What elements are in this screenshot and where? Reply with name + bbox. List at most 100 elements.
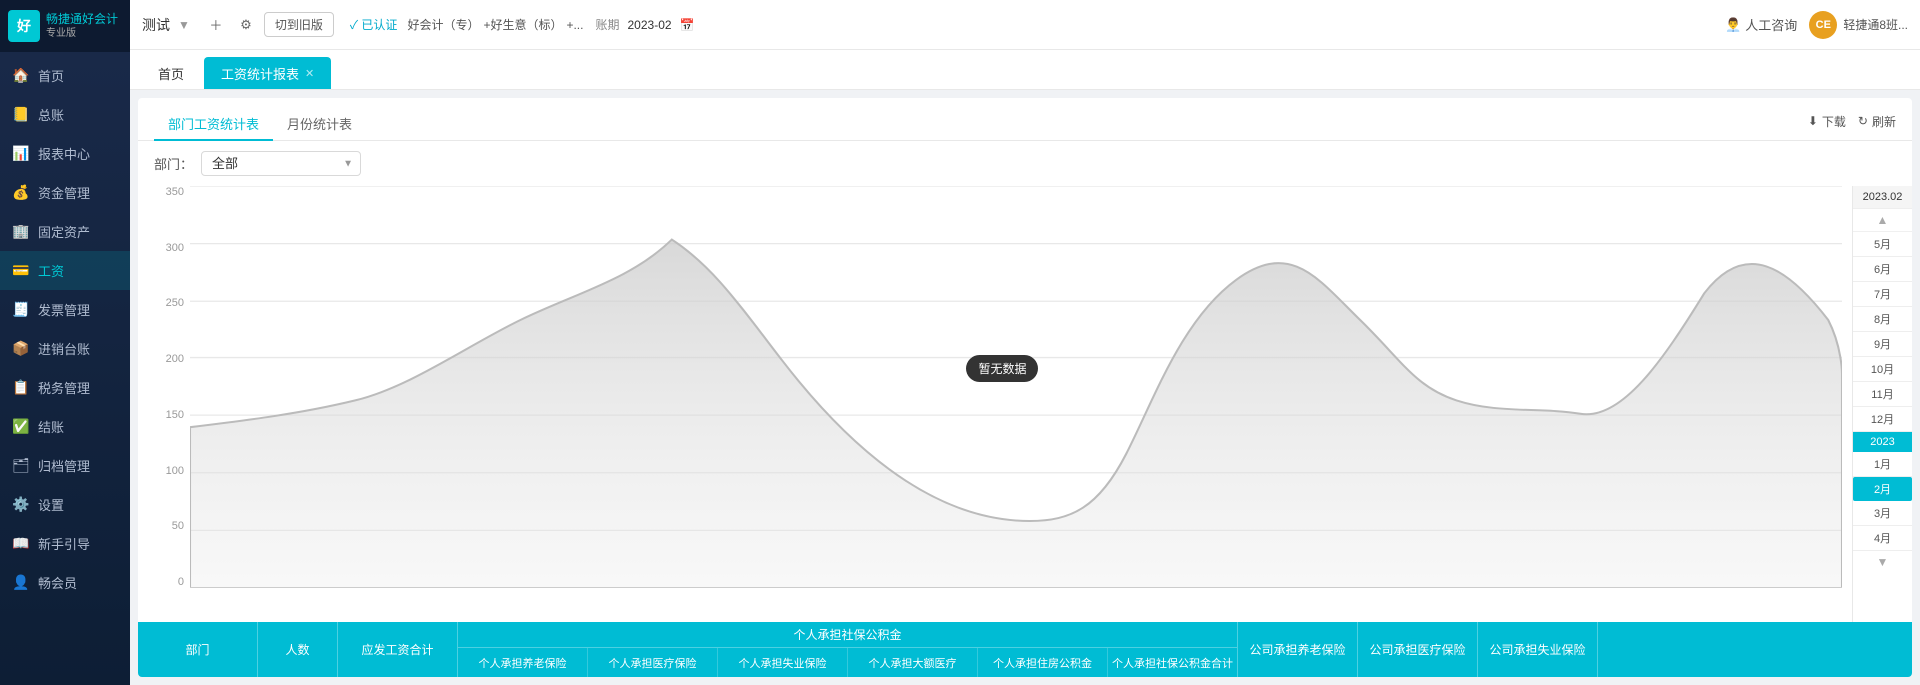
year-down-button[interactable]: ▼ [1853, 551, 1912, 573]
topbar-company-title: 测试 [142, 15, 170, 35]
month-6[interactable]: 6月 [1853, 257, 1912, 282]
brand-name: 畅捷通好会计 [46, 12, 118, 28]
year-2023-label[interactable]: 2023 [1853, 432, 1912, 452]
sidebar-item-assets[interactable]: 🏢 固定资产 [0, 212, 130, 251]
topbar: 测试 ▼ ＋ ⚙ 切到旧版 ✓ 已认证 好会计（专） +好生意（标） +... … [130, 0, 1920, 50]
sub-tab-dept[interactable]: 部门工资统计表 [154, 108, 273, 141]
col-serious-illness: 个人承担大额医疗 [848, 648, 978, 677]
tax-icon: 📋 [12, 379, 30, 397]
sidebar-item-tax[interactable]: 📋 税务管理 [0, 368, 130, 407]
sub-tab-monthly[interactable]: 月份统计表 [273, 108, 366, 141]
y-label-0: 0 [154, 576, 190, 588]
sidebar-item-member[interactable]: 👤 畅会员 [0, 563, 130, 602]
archive-icon: 🗂 [12, 457, 30, 475]
sub-tabs: 部门工资统计表 月份统计表 ⬇ 下载 ↻ 刷新 [138, 98, 1912, 141]
dept-filter-select[interactable]: 全部 财务部 销售部 人事部 技术部 [201, 151, 361, 176]
month-2-active[interactable]: 2月 [1853, 477, 1912, 501]
sidebar-item-ledger[interactable]: 📒 总账 [0, 95, 130, 134]
chart-container: 0 50 100 150 200 250 300 350 [154, 186, 1842, 612]
chart-area: 0 50 100 150 200 250 300 350 [138, 186, 1912, 622]
user-profile[interactable]: CE 轻捷通8班... [1809, 11, 1908, 39]
sidebar-item-label: 新手引导 [38, 534, 90, 553]
col-co-medical: 公司承担医疗保险 [1358, 622, 1478, 677]
y-label-350: 350 [154, 186, 190, 198]
username-label: 轻捷通8班... [1843, 16, 1908, 33]
month-1[interactable]: 1月 [1853, 452, 1912, 477]
month-11[interactable]: 11月 [1853, 382, 1912, 407]
col-salary-total: 应发工资合计 [338, 622, 458, 677]
member-icon: 👤 [12, 574, 30, 592]
month-7[interactable]: 7月 [1853, 282, 1912, 307]
sidebar-item-sales[interactable]: 📦 进销台账 [0, 329, 130, 368]
sidebar-item-archive[interactable]: 🗂 归档管理 [0, 446, 130, 485]
assets-icon: 🏢 [12, 223, 30, 241]
tab-salary-report[interactable]: 工资统计报表 ✕ [204, 57, 331, 89]
funds-icon: 💰 [12, 184, 30, 202]
certified-badge: ✓ 已认证 [350, 16, 398, 33]
col-medical: 个人承担医疗保险 [588, 648, 718, 677]
product-badge-1: 好会计（专） [407, 16, 479, 33]
sidebar: 好 畅捷通好会计 专业版 🏠 首页 📒 总账 📊 报表中心 💰 资金管理 🏢 固… [0, 0, 130, 685]
download-icon: ⬇ [1808, 114, 1818, 128]
edition-label: 专业版 [46, 27, 118, 40]
sidebar-item-salary[interactable]: 💳 工资 [0, 251, 130, 290]
y-label-100: 100 [154, 465, 190, 477]
sidebar-item-settings[interactable]: ⚙️ 设置 [0, 485, 130, 524]
month-3[interactable]: 3月 [1853, 501, 1912, 526]
service-icon: 👨‍💼 [1725, 17, 1741, 33]
month-12[interactable]: 12月 [1853, 407, 1912, 432]
guide-icon: 📖 [12, 535, 30, 553]
y-label-250: 250 [154, 297, 190, 309]
refresh-button[interactable]: ↻ 刷新 [1858, 113, 1896, 130]
sales-icon: 📦 [12, 340, 30, 358]
avatar: CE [1809, 11, 1837, 39]
sidebar-item-label: 畅会员 [38, 573, 77, 592]
topbar-dropdown-arrow[interactable]: ▼ [178, 18, 190, 32]
period-label: 账期 [595, 16, 619, 33]
sidebar-item-label: 归档管理 [38, 456, 90, 475]
sidebar-item-checkout[interactable]: ✅ 结账 [0, 407, 130, 446]
col-group-social-insurance: 个人承担社保公积金 个人承担养老保险 个人承担医疗保险 个人承担失业保险 个人承… [458, 622, 1238, 677]
col-co-unemployment: 公司承担失业保险 [1478, 622, 1598, 677]
sidebar-item-label: 发票管理 [38, 300, 90, 319]
month-5[interactable]: 5月 [1853, 232, 1912, 257]
download-button[interactable]: ⬇ 下载 [1808, 113, 1846, 130]
table-header: 部门 人数 应发工资合计 个人承担社保公积金 个人承担养老保险 个人承担医疗保险 [138, 622, 1912, 677]
dept-filter-label: 部门： [154, 154, 193, 173]
invoice-icon: 🧾 [12, 301, 30, 319]
y-label-150: 150 [154, 409, 190, 421]
period-value: 2023-02 [628, 18, 672, 32]
sidebar-item-invoice[interactable]: 🧾 发票管理 [0, 290, 130, 329]
checkout-icon: ✅ [12, 418, 30, 436]
y-label-200: 200 [154, 353, 190, 365]
x-axis-line [190, 587, 1842, 588]
topbar-right: 👨‍💼 人工咨询 CE 轻捷通8班... [1725, 11, 1908, 39]
add-button[interactable]: ＋ [204, 13, 228, 37]
month-10[interactable]: 10月 [1853, 357, 1912, 382]
settings-icon: ⚙️ [12, 496, 30, 514]
sidebar-item-report[interactable]: 📊 报表中心 [0, 134, 130, 173]
col-co-pension: 公司承担养老保险 [1238, 622, 1358, 677]
month-8[interactable]: 8月 [1853, 307, 1912, 332]
tab-home[interactable]: 首页 [142, 58, 200, 89]
tab-close-icon[interactable]: ✕ [305, 67, 314, 80]
report-icon: 📊 [12, 145, 30, 163]
salary-report-tab-label: 工资统计报表 [221, 64, 299, 83]
switch-old-version-button[interactable]: 切到旧版 [264, 12, 334, 37]
topbar-badges: ✓ 已认证 好会计（专） +好生意（标） +... 账期 2023-02 📅 [350, 16, 695, 33]
settings-button[interactable]: ⚙ [234, 13, 258, 37]
tabs-bar: 首页 工资统计报表 ✕ [130, 50, 1920, 90]
sidebar-item-label: 设置 [38, 495, 64, 514]
month-4[interactable]: 4月 [1853, 526, 1912, 551]
col-housing: 个人承担住房公积金 [978, 648, 1108, 677]
sidebar-item-guide[interactable]: 📖 新手引导 [0, 524, 130, 563]
customer-service-button[interactable]: 👨‍💼 人工咨询 [1725, 15, 1797, 34]
sidebar-item-funds[interactable]: 💰 资金管理 [0, 173, 130, 212]
year-up-button[interactable]: ▲ [1853, 209, 1912, 232]
refresh-icon: ↻ [1858, 114, 1868, 128]
col-count: 人数 [258, 622, 338, 677]
sidebar-item-home[interactable]: 🏠 首页 [0, 56, 130, 95]
calendar-icon[interactable]: 📅 [680, 18, 695, 32]
sidebar-item-label: 报表中心 [38, 144, 90, 163]
month-9[interactable]: 9月 [1853, 332, 1912, 357]
